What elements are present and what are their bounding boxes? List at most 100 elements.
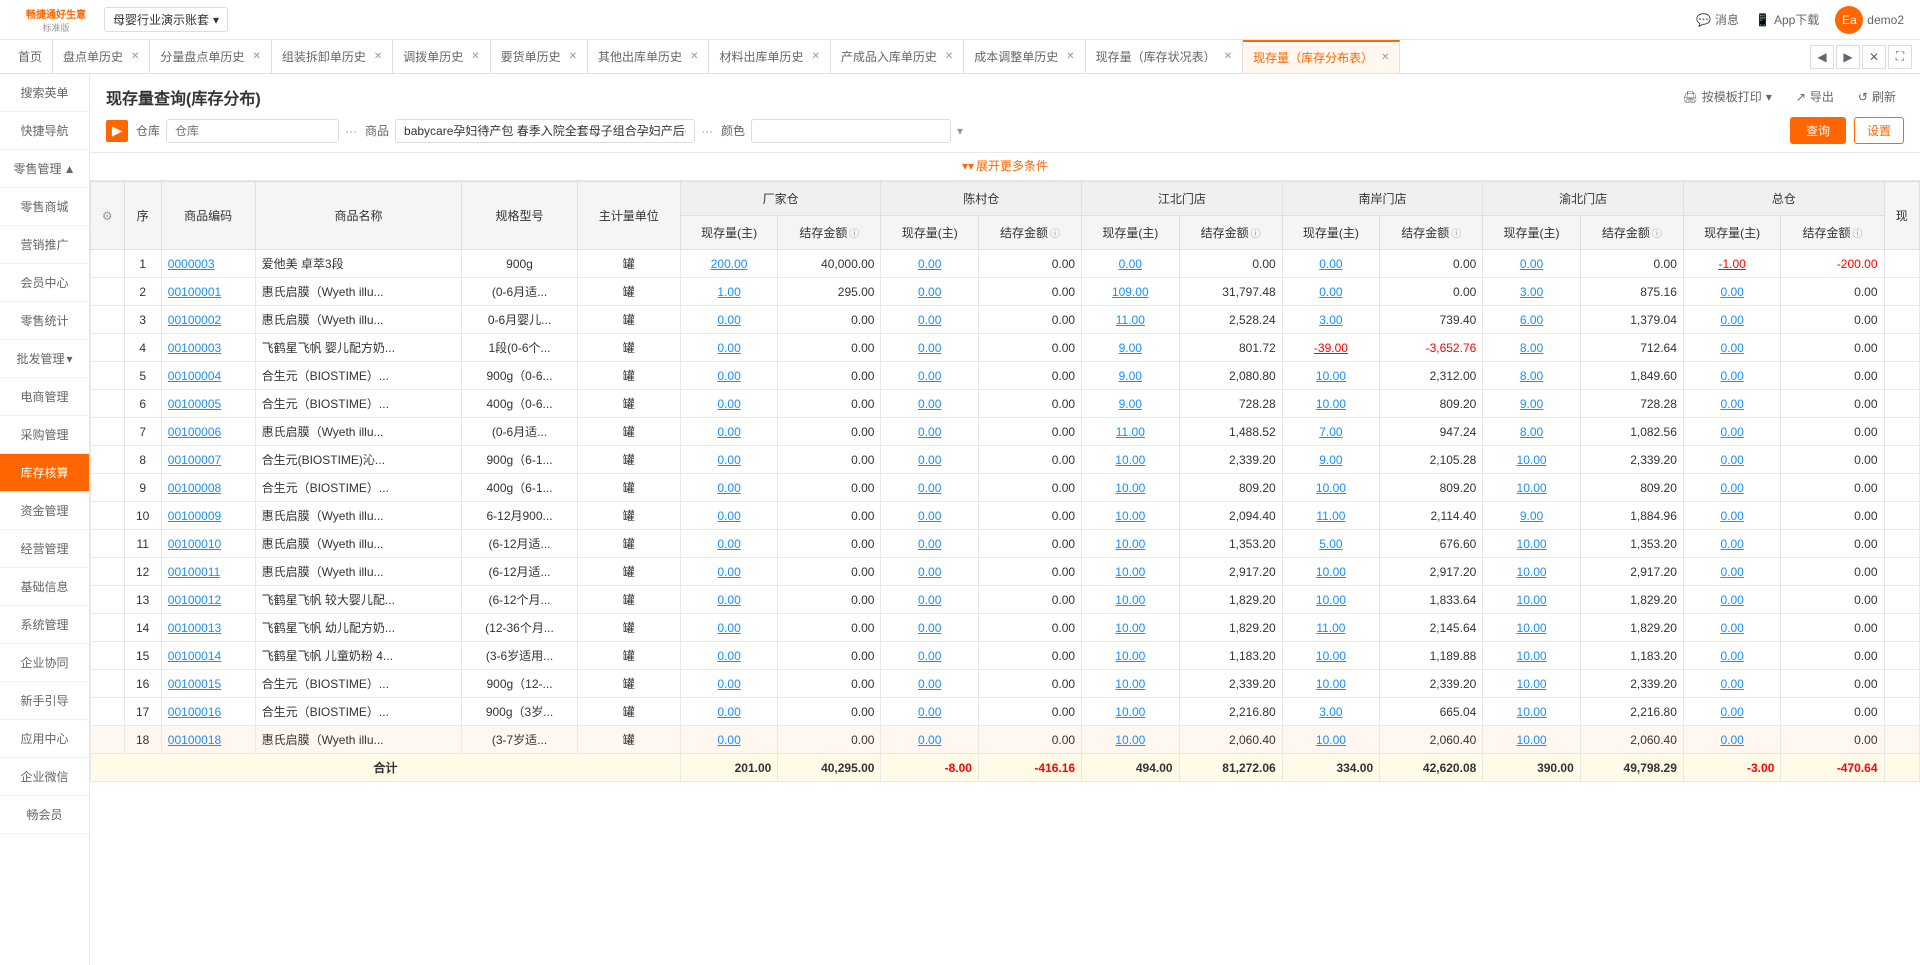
warehouse-input[interactable] — [166, 119, 339, 143]
tab-expand-button[interactable]: ⛶ — [1888, 45, 1912, 69]
th-settings[interactable]: ⚙ — [91, 182, 125, 250]
total-amt-info-icon[interactable]: ⓘ — [1852, 229, 1862, 240]
table-cell[interactable]: 00100014 — [161, 642, 255, 670]
table-cell[interactable]: 00100006 — [161, 418, 255, 446]
refresh-button[interactable]: ↺ 刷新 — [1850, 84, 1904, 109]
table-cell[interactable]: (3-7岁适... — [462, 726, 577, 754]
chenjiang-amt-info-icon[interactable]: ⓘ — [1050, 229, 1060, 240]
table-cell[interactable]: 00100007 — [161, 446, 255, 474]
tab-assembleDisassemble-close[interactable]: ✕ — [374, 51, 382, 62]
tab-stockQtyStatus[interactable]: 现存量（库存状况表） ✕ — [1086, 40, 1243, 74]
sidebar-item-ecommerce[interactable]: 电商管理 — [0, 378, 89, 416]
color-input[interactable] — [751, 119, 951, 143]
table-cell[interactable]: 00100003 — [161, 334, 255, 362]
sidebar-item-member2[interactable]: 畅会员 — [0, 796, 89, 834]
sidebar-item-purchaseMgmt[interactable]: 采购管理 — [0, 416, 89, 454]
table-cell[interactable]: 900g（3岁... — [462, 698, 577, 726]
tab-prev-button[interactable]: ◀ — [1810, 45, 1834, 69]
table-cell[interactable]: 00100012 — [161, 586, 255, 614]
sidebar-item-appCenter[interactable]: 应用中心 — [0, 720, 89, 758]
settings-icon[interactable]: ⚙ — [102, 209, 113, 223]
table-container[interactable]: ⚙ 序 商品编码 商品名称 规格型号 主计量单位 厂家仓 陈村仓 江北门店 南岸… — [90, 181, 1920, 965]
table-cell[interactable]: (3-6岁适用... — [462, 642, 577, 670]
tab-transfer-close[interactable]: ✕ — [471, 51, 479, 62]
table-cell[interactable]: 00100018 — [161, 726, 255, 754]
tab-purchase-close[interactable]: ✕ — [569, 51, 577, 62]
table-cell[interactable]: 900g（12-... — [462, 670, 577, 698]
sidebar-item-member[interactable]: 会员中心 — [0, 264, 89, 302]
sidebar-item-wholesale[interactable]: 批发管理▾ — [0, 340, 89, 378]
table-cell[interactable]: (6-12月适... — [462, 530, 577, 558]
tab-stockListSub[interactable]: 分量盘点单历史 ✕ — [150, 40, 271, 74]
print-button[interactable]: 🖨 按模板打印 ▾ — [1675, 84, 1780, 109]
table-cell[interactable]: 00100015 — [161, 670, 255, 698]
table-cell[interactable]: 900g（6-1... — [462, 446, 577, 474]
table-cell[interactable]: 00100004 — [161, 362, 255, 390]
collapse-arrow-button[interactable]: ▶ — [106, 120, 128, 142]
table-cell[interactable]: 900g（0-6... — [462, 362, 577, 390]
tab-stockQtyDist-close[interactable]: ✕ — [1381, 52, 1389, 63]
export-button[interactable]: ↗ 导出 — [1788, 84, 1842, 109]
nanan-amt-info-icon[interactable]: ⓘ — [1451, 229, 1461, 240]
tab-stockQtyStatus-close[interactable]: ✕ — [1224, 51, 1232, 62]
tab-materialOut[interactable]: 材料出库单历史 ✕ — [709, 40, 830, 74]
expand-conditions-button[interactable]: ▾▾ 展开更多条件 — [962, 157, 1048, 174]
account-dropdown[interactable]: 母婴行业演示账套 ▾ — [104, 7, 228, 32]
table-cell[interactable]: 400g（6-1... — [462, 474, 577, 502]
tab-otherOut[interactable]: 其他出库单历史 ✕ — [588, 40, 709, 74]
sidebar-item-enterprise[interactable]: 企业协同 — [0, 644, 89, 682]
table-cell[interactable]: (0-6月适... — [462, 278, 577, 306]
tab-stockQtyDist[interactable]: 现存量（库存分布表） ✕ — [1243, 40, 1400, 74]
message-button[interactable]: 💬 消息 — [1696, 11, 1739, 28]
table-cell[interactable]: (6-12个月... — [462, 586, 577, 614]
tab-assembleDisassemble[interactable]: 组装拆卸单历史 ✕ — [272, 40, 393, 74]
tab-stockList[interactable]: 盘点单历史 ✕ — [53, 40, 150, 74]
sidebar-item-finance[interactable]: 资金管理 — [0, 492, 89, 530]
setting-button[interactable]: 设置 — [1854, 117, 1904, 144]
jiangbei-amt-info-icon[interactable]: ⓘ — [1251, 229, 1261, 240]
table-cell[interactable]: 0000003 — [161, 250, 255, 278]
app-download-button[interactable]: 📱 App下载 — [1755, 11, 1819, 28]
sidebar-item-retail[interactable]: 零售管理▲ — [0, 150, 89, 188]
warehouse-dots[interactable]: ··· — [345, 124, 357, 138]
table-cell[interactable]: 900g — [462, 250, 577, 278]
table-cell[interactable]: 00100009 — [161, 502, 255, 530]
sidebar-item-nav[interactable]: 快捷导航 — [0, 112, 89, 150]
table-cell[interactable]: 400g（0-6... — [462, 390, 577, 418]
table-cell[interactable]: 00100011 — [161, 558, 255, 586]
sidebar-item-guide[interactable]: 新手引导 — [0, 682, 89, 720]
table-cell[interactable]: 00100002 — [161, 306, 255, 334]
tab-productIn[interactable]: 产成品入库单历史 ✕ — [831, 40, 964, 74]
tab-costAdj-close[interactable]: ✕ — [1066, 51, 1074, 62]
tab-costAdj[interactable]: 成本调整单历史 ✕ — [964, 40, 1085, 74]
table-cell[interactable]: 6-12月900... — [462, 502, 577, 530]
tab-transfer[interactable]: 调拨单历史 ✕ — [393, 40, 490, 74]
sidebar-item-basicInfo[interactable]: 基础信息 — [0, 568, 89, 606]
tab-productIn-close[interactable]: ✕ — [945, 51, 953, 62]
sidebar-item-search[interactable]: 搜索英单 — [0, 74, 89, 112]
table-cell[interactable]: 00100016 — [161, 698, 255, 726]
tab-stockList-close[interactable]: ✕ — [131, 51, 139, 62]
tab-materialOut-close[interactable]: ✕ — [811, 51, 819, 62]
goods-dots[interactable]: ··· — [701, 124, 713, 138]
factory-amt-info-icon[interactable]: ⓘ — [849, 229, 859, 240]
goods-input[interactable] — [395, 119, 695, 143]
table-cell[interactable]: 00100005 — [161, 390, 255, 418]
sidebar-item-operations[interactable]: 经营管理 — [0, 530, 89, 568]
table-cell[interactable]: 00100013 — [161, 614, 255, 642]
table-cell[interactable]: 00100001 — [161, 278, 255, 306]
table-cell[interactable]: (12-36个月... — [462, 614, 577, 642]
table-cell[interactable]: (6-12月适... — [462, 558, 577, 586]
table-cell[interactable]: 1段(0-6个... — [462, 334, 577, 362]
sidebar-item-wecom[interactable]: 企业微信 — [0, 758, 89, 796]
user-area[interactable]: Ea demo2 — [1835, 6, 1904, 34]
tab-stockListSub-close[interactable]: ✕ — [252, 51, 260, 62]
tab-purchase[interactable]: 要货单历史 ✕ — [491, 40, 588, 74]
color-dropdown-icon[interactable]: ▾ — [957, 124, 963, 138]
yubeibei-amt-info-icon[interactable]: ⓘ — [1652, 229, 1662, 240]
table-cell[interactable]: 00100010 — [161, 530, 255, 558]
sidebar-item-retailStats[interactable]: 零售统计 — [0, 302, 89, 340]
tab-otherOut-close[interactable]: ✕ — [690, 51, 698, 62]
tab-next-button[interactable]: ▶ — [1836, 45, 1860, 69]
sidebar-item-system[interactable]: 系统管理 — [0, 606, 89, 644]
